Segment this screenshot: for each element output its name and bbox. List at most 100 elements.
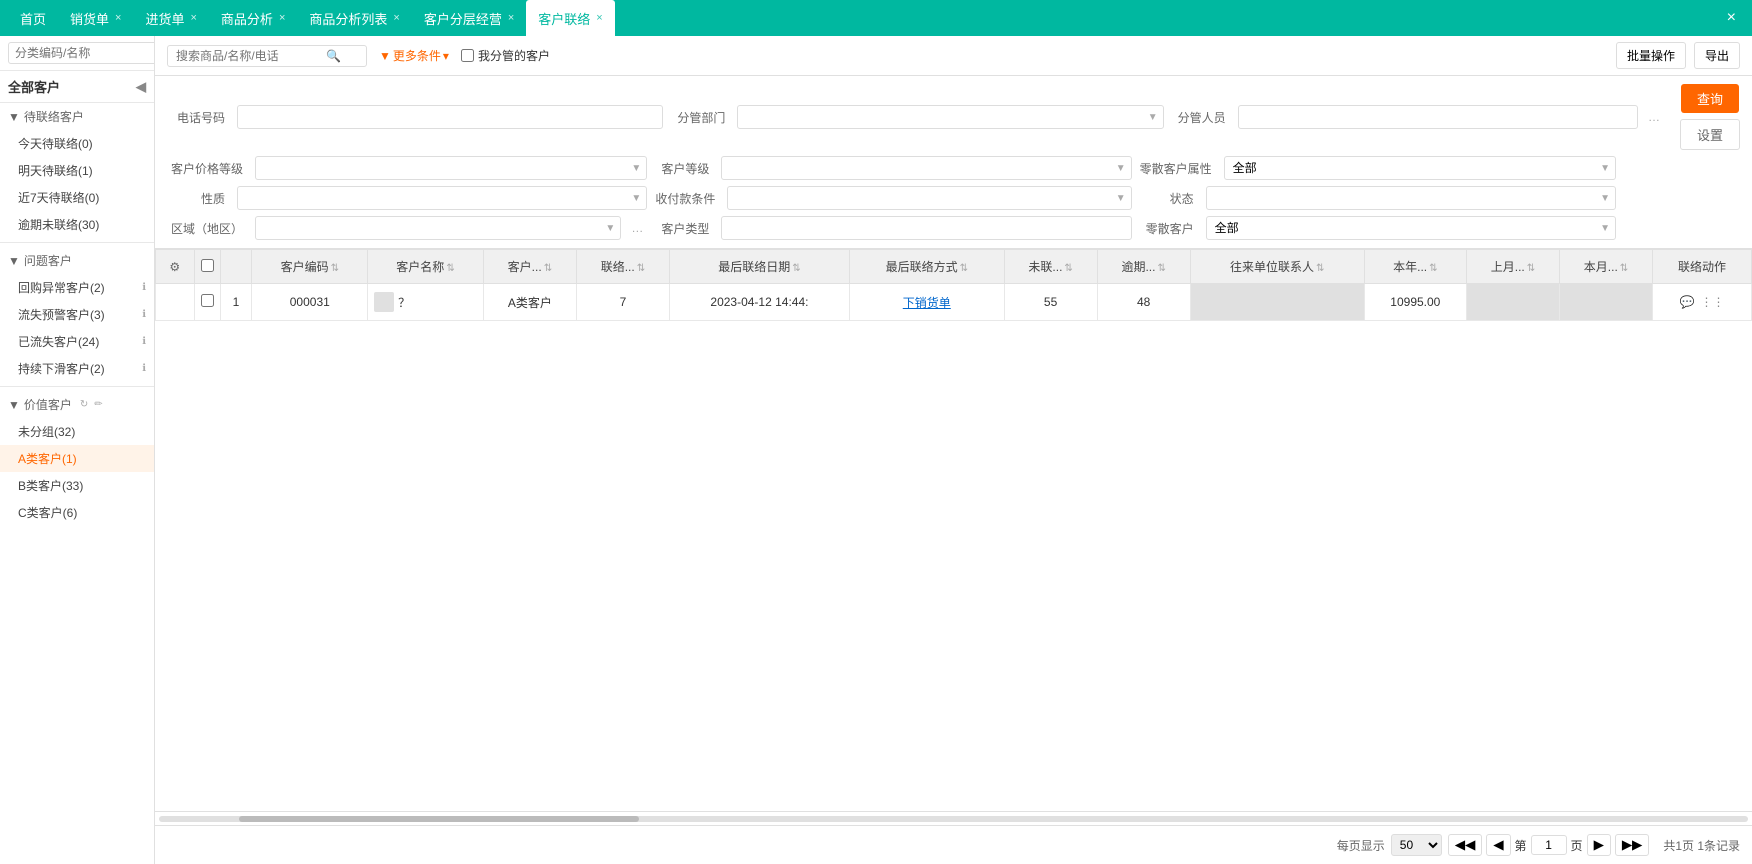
- dept-select[interactable]: [737, 105, 1163, 129]
- nav-tab-purchaseorder[interactable]: 进货单 ×: [133, 0, 208, 36]
- nav-tab-customerseg[interactable]: 客户分层经营 ×: [412, 0, 526, 36]
- row-code[interactable]: 000031: [252, 284, 368, 321]
- sidebar-item-tomorrow[interactable]: 明天待联络(1): [0, 157, 154, 184]
- query-button[interactable]: 查询: [1681, 84, 1739, 113]
- col-name[interactable]: 客户名称⇅: [368, 250, 484, 284]
- close-customerseg-icon[interactable]: ×: [508, 12, 514, 24]
- sidebar-all-customers-header[interactable]: 全部客户 ◀: [0, 71, 154, 103]
- cust-grade-select[interactable]: [721, 156, 1131, 180]
- row-checkbox[interactable]: [201, 294, 214, 307]
- refresh-icon[interactable]: ↻: [80, 399, 88, 410]
- chat-icon[interactable]: 💬: [1680, 295, 1695, 309]
- filter-more-conditions[interactable]: ▼ 更多条件 ▾: [379, 47, 449, 64]
- export-button[interactable]: 导出: [1694, 42, 1740, 69]
- status-select[interactable]: [1206, 186, 1616, 210]
- sidebar-item-warning[interactable]: 流失预警客户(3) ℹ: [0, 301, 154, 328]
- col-unit-contact[interactable]: 往来单位联系人⇅: [1190, 250, 1364, 284]
- page-end-label: 页: [1571, 837, 1583, 854]
- manager-dots-icon[interactable]: …: [1644, 110, 1664, 124]
- retail-attr-label: 零散客户属性: [1140, 160, 1218, 177]
- nature-label: 性质: [171, 190, 231, 207]
- col-last-date[interactable]: 最后联络日期⇅: [669, 250, 849, 284]
- next-page-button[interactable]: ▶: [1587, 834, 1611, 856]
- col-last-way[interactable]: 最后联络方式⇅: [849, 250, 1004, 284]
- page-size-select[interactable]: 50 10 20 100: [1391, 834, 1442, 856]
- close-salesorder-icon[interactable]: ×: [115, 12, 121, 24]
- last-page-button[interactable]: ▶▶: [1615, 834, 1650, 856]
- sidebar-item-c-class[interactable]: C类客户(6): [0, 499, 154, 526]
- my-customers-checkbox[interactable]: [461, 49, 474, 62]
- nav-tab-salesorder[interactable]: 销货单 ×: [58, 0, 133, 36]
- col-this-month[interactable]: 本月...⇅: [1559, 250, 1652, 284]
- sidebar-item-decline[interactable]: 持续下滑客户(2) ℹ: [0, 355, 154, 382]
- filter-search-input[interactable]: [176, 49, 326, 63]
- sidebar-group-pending-label: 待联络客户: [24, 108, 84, 125]
- filter-search-box: 🔍: [167, 45, 367, 67]
- row-checkbox-cell: [194, 284, 220, 321]
- advanced-filters: 电话号码 分管部门 ▼ 分管人员 …: [155, 76, 1752, 249]
- top-nav: 首页 销货单 × 进货单 × 商品分析 × 商品分析列表 × 客户分层经营 × …: [0, 0, 1752, 36]
- payment-select[interactable]: [727, 186, 1131, 210]
- sidebar-group-value[interactable]: ▼ 价值客户 ↻ ✏: [0, 391, 154, 418]
- phone-input[interactable]: [237, 105, 663, 129]
- retail-attr-select[interactable]: 全部: [1224, 156, 1616, 180]
- manager-input[interactable]: [1238, 105, 1638, 129]
- batch-ops-button[interactable]: 批量操作: [1616, 42, 1686, 69]
- col-type[interactable]: 客户...⇅: [483, 250, 576, 284]
- close-productanalysis-icon[interactable]: ×: [279, 12, 285, 24]
- col-last-month[interactable]: 上月...⇅: [1466, 250, 1559, 284]
- row-unit-contact: [1190, 284, 1364, 321]
- sidebar-group-pending[interactable]: ▼ 待联络客户: [0, 103, 154, 130]
- row-name[interactable]: ？: [368, 284, 484, 321]
- close-customercontact-icon[interactable]: ×: [596, 12, 602, 24]
- row-last-month: [1466, 284, 1559, 321]
- col-this-year[interactable]: 本年...⇅: [1364, 250, 1466, 284]
- price-grade-select[interactable]: [255, 156, 647, 180]
- sidebar-search-area: 🔍: [0, 36, 154, 71]
- customer-table: ⚙ 客户编码⇅ 客户名称⇅ 客户...⇅ 联络...⇅ 最后联络日期⇅ 最后联络…: [155, 249, 1752, 321]
- nav-tab-productanalysis[interactable]: 商品分析 ×: [209, 0, 297, 36]
- prev-page-button[interactable]: ◀: [1486, 834, 1510, 856]
- close-productlist-icon[interactable]: ×: [393, 12, 399, 24]
- sidebar-item-lost[interactable]: 已流失客户(24) ℹ: [0, 328, 154, 355]
- nav-home[interactable]: 首页: [8, 0, 58, 36]
- sidebar-search-input[interactable]: [8, 42, 155, 64]
- close-all-tabs[interactable]: ×: [1719, 9, 1744, 27]
- col-no-contact[interactable]: 未联...⇅: [1004, 250, 1097, 284]
- first-page-button[interactable]: ◀◀: [1448, 834, 1483, 856]
- sidebar-item-abnormal[interactable]: 回购异常客户(2) ℹ: [0, 274, 154, 301]
- region-select[interactable]: [255, 216, 621, 240]
- sidebar-item-ungrouped[interactable]: 未分组(32): [0, 418, 154, 445]
- sidebar-item-today[interactable]: 今天待联络(0): [0, 130, 154, 157]
- page-input[interactable]: [1531, 835, 1567, 855]
- edit-icon[interactable]: ✏: [94, 399, 102, 410]
- region-dots-icon[interactable]: …: [627, 221, 647, 235]
- sidebar-collapse-icon[interactable]: ◀: [136, 79, 146, 95]
- my-customers-checkbox-area[interactable]: 我分管的客户: [461, 47, 550, 64]
- filter-search-icon[interactable]: 🔍: [326, 49, 341, 63]
- nav-tab-productlist[interactable]: 商品分析列表 ×: [297, 0, 411, 36]
- close-purchaseorder-icon[interactable]: ×: [190, 12, 196, 24]
- row-last-date: 2023-04-12 14:44:: [669, 284, 849, 321]
- col-code[interactable]: 客户编码⇅: [252, 250, 368, 284]
- sidebar-arrow-problem: ▼: [8, 254, 20, 268]
- sidebar-item-7days[interactable]: 近7天待联络(0): [0, 184, 154, 211]
- retail-cust-select[interactable]: 全部: [1206, 216, 1616, 240]
- filter-icon: ▼: [379, 49, 391, 63]
- more-icon[interactable]: ⋮⋮: [1700, 295, 1724, 309]
- settings-button[interactable]: 设置: [1680, 119, 1740, 150]
- select-all-checkbox[interactable]: [201, 259, 214, 272]
- nature-select[interactable]: [237, 186, 647, 210]
- table-area: ⚙ 客户编码⇅ 客户名称⇅ 客户...⇅ 联络...⇅ 最后联络日期⇅ 最后联络…: [155, 249, 1752, 811]
- sidebar-group-problem[interactable]: ▼ 问题客户: [0, 247, 154, 274]
- nav-tab-customercontact[interactable]: 客户联络 ×: [526, 0, 614, 36]
- sidebar-item-overdue[interactable]: 逾期未联络(30): [0, 211, 154, 238]
- sidebar-item-a-class[interactable]: A类客户(1): [0, 445, 154, 472]
- cust-type-input[interactable]: [721, 216, 1131, 240]
- row-last-way[interactable]: 下销货单: [849, 284, 1004, 321]
- col-contact[interactable]: 联络...⇅: [576, 250, 669, 284]
- col-gear[interactable]: ⚙: [156, 250, 195, 284]
- gear-icon[interactable]: ⚙: [169, 260, 180, 274]
- col-overdue[interactable]: 逾期...⇅: [1097, 250, 1190, 284]
- sidebar-item-b-class[interactable]: B类客户(33): [0, 472, 154, 499]
